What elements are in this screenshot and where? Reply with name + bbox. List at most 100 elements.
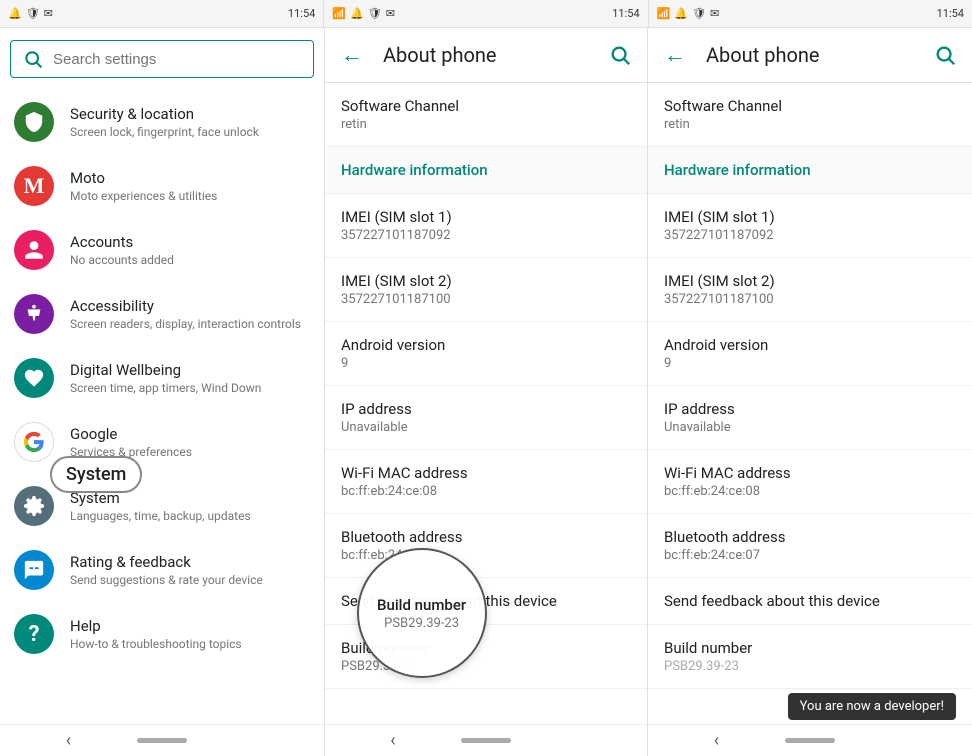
r-imei2-value: 357227101187100	[664, 292, 956, 307]
about-item-r-feedback[interactable]: Send feedback about this device	[648, 578, 972, 625]
security-icon: 🛡	[26, 7, 40, 20]
accounts-icon	[14, 230, 54, 270]
software-channel-title: Software Channel	[341, 97, 631, 115]
status-bar-middle: 📶 🔔 🛡 ✉ 11:54	[324, 0, 648, 27]
system-icon	[14, 486, 54, 526]
bluetooth-title: Bluetooth address	[341, 528, 631, 546]
settings-list: Security & location Screen lock, fingerp…	[0, 90, 324, 724]
imei2-value: 357227101187100	[341, 292, 631, 307]
about-item-feedback[interactable]: Send feedback about this device Build nu…	[325, 578, 647, 625]
about-panel-right: ← About phone Software Channel retin Har…	[648, 28, 972, 756]
settings-item-security[interactable]: Security & location Screen lock, fingerp…	[0, 90, 324, 154]
build-circle-value: PSB29.39-23	[384, 616, 459, 631]
right-nav-arrow[interactable]: ‹	[648, 730, 785, 751]
settings-item-google[interactable]: Google Services & preferences	[0, 410, 324, 474]
wifi-title: Wi-Fi MAC address	[341, 464, 631, 482]
about-item-r-bluetooth[interactable]: Bluetooth address bc:ff:eb:24:ce:07	[648, 514, 972, 578]
r-android-value: 9	[664, 356, 956, 371]
r-imei1-title: IMEI (SIM slot 1)	[664, 208, 956, 226]
settings-item-help[interactable]: ? Help How-to & troubleshooting topics	[0, 602, 324, 666]
signal-icon-right: 📶	[657, 7, 671, 20]
about-item-r-software-channel[interactable]: Software Channel retin	[648, 83, 972, 147]
left-nav-arrow[interactable]: ‹	[0, 730, 137, 751]
search-icon-middle[interactable]	[609, 44, 631, 66]
back-arrow-middle[interactable]: ←	[341, 42, 363, 68]
about-item-imei1[interactable]: IMEI (SIM slot 1) 357227101187092	[325, 194, 647, 258]
android-title: Android version	[341, 336, 631, 354]
message-icon-right: ✉	[710, 7, 719, 20]
settings-item-accessibility[interactable]: Accessibility Screen readers, display, i…	[0, 282, 324, 346]
about-item-software-channel[interactable]: Software Channel retin	[325, 83, 647, 147]
settings-item-moto[interactable]: M Moto Moto experiences & utilities	[0, 154, 324, 218]
about-item-r-ip[interactable]: IP address Unavailable	[648, 386, 972, 450]
back-arrow-right[interactable]: ←	[664, 42, 686, 68]
ip-title: IP address	[341, 400, 631, 418]
notification-icon-mid: 🔔	[350, 7, 364, 20]
settings-item-rating[interactable]: Rating & feedback Send suggestions & rat…	[0, 538, 324, 602]
moto-subtitle: Moto experiences & utilities	[70, 189, 217, 203]
help-subtitle: How-to & troubleshooting topics	[70, 637, 242, 651]
mid-nav-arrow[interactable]: ‹	[325, 730, 461, 751]
about-item-r-imei2[interactable]: IMEI (SIM slot 2) 357227101187100	[648, 258, 972, 322]
help-text: Help How-to & troubleshooting topics	[70, 617, 242, 651]
ip-value: Unavailable	[341, 420, 631, 435]
r-build-title: Build number	[664, 639, 956, 657]
google-title: Google	[70, 425, 192, 443]
about-item-ip[interactable]: IP address Unavailable	[325, 386, 647, 450]
r-bluetooth-title: Bluetooth address	[664, 528, 956, 546]
search-icon-right[interactable]	[934, 44, 956, 66]
rating-text: Rating & feedback Send suggestions & rat…	[70, 553, 263, 587]
moto-text: Moto Moto experiences & utilities	[70, 169, 217, 203]
nav-pill-left	[137, 738, 187, 743]
bottom-nav-right: ‹	[648, 724, 972, 756]
security-title: Security & location	[70, 105, 259, 123]
r-hardware-info-title: Hardware information	[664, 161, 956, 179]
r-software-channel-value: retin	[664, 117, 956, 132]
rating-icon	[14, 550, 54, 590]
google-text: Google Services & preferences	[70, 425, 192, 459]
about-item-imei2[interactable]: IMEI (SIM slot 2) 357227101187100	[325, 258, 647, 322]
r-feedback-title: Send feedback about this device	[664, 592, 956, 610]
rating-title: Rating & feedback	[70, 553, 263, 571]
about-item-android[interactable]: Android version 9	[325, 322, 647, 386]
about-item-wifi[interactable]: Wi-Fi MAC address bc:ff:eb:24:ce:08	[325, 450, 647, 514]
r-ip-value: Unavailable	[664, 420, 956, 435]
digital-wellbeing-subtitle: Screen time, app timers, Wind Down	[70, 381, 261, 395]
about-item-r-android[interactable]: Android version 9	[648, 322, 972, 386]
about-item-hardware-info[interactable]: Hardware information	[325, 147, 647, 194]
about-item-r-imei1[interactable]: IMEI (SIM slot 1) 357227101187092	[648, 194, 972, 258]
about-title-right: About phone	[706, 43, 934, 67]
nav-pill-mid	[461, 738, 511, 743]
status-bar-left: 🔔 🛡 ✉ 11:54	[0, 0, 324, 27]
status-icons-mid: 📶 🔔 🛡 ✉	[332, 7, 395, 20]
system-text: System Languages, time, backup, updates	[70, 489, 251, 523]
message-icon-mid: ✉	[386, 7, 395, 20]
security-icon-mid: 🛡	[368, 7, 382, 20]
notification-icon-right: 🔔	[674, 7, 688, 20]
status-icons-left: 🔔 🛡 ✉	[8, 7, 53, 20]
build-number-circle: Build number PSB29.39-23	[357, 548, 487, 678]
r-wifi-value: bc:ff:eb:24:ce:08	[664, 484, 956, 499]
about-item-r-build[interactable]: Build number PSB29.39-23	[648, 625, 972, 689]
signal-icon-mid: 📶	[332, 7, 346, 20]
about-item-r-wifi[interactable]: Wi-Fi MAC address bc:ff:eb:24:ce:08	[648, 450, 972, 514]
bottom-nav-left: ‹	[0, 724, 324, 756]
settings-item-accounts[interactable]: Accounts No accounts added	[0, 218, 324, 282]
security-icon-right: 🛡	[692, 7, 706, 20]
time-left: 11:54	[288, 7, 315, 20]
settings-item-system[interactable]: System System Languages, time, backup, u…	[0, 474, 324, 538]
time-mid: 11:54	[612, 7, 639, 20]
help-title: Help	[70, 617, 242, 635]
settings-item-digital-wellbeing[interactable]: Digital Wellbeing Screen time, app timer…	[0, 346, 324, 410]
message-icon: ✉	[44, 7, 53, 20]
search-input[interactable]	[53, 51, 301, 68]
imei1-value: 357227101187092	[341, 228, 631, 243]
search-bar-container[interactable]	[10, 40, 314, 78]
about-item-r-hardware-info[interactable]: Hardware information	[648, 147, 972, 194]
settings-panel: Security & location Screen lock, fingerp…	[0, 28, 325, 756]
r-imei2-title: IMEI (SIM slot 2)	[664, 272, 956, 290]
bottom-nav-mid: ‹	[325, 724, 647, 756]
r-android-title: Android version	[664, 336, 956, 354]
developer-toast: You are now a developer!	[788, 693, 956, 720]
about-list-middle: Software Channel retin Hardware informat…	[325, 83, 647, 724]
